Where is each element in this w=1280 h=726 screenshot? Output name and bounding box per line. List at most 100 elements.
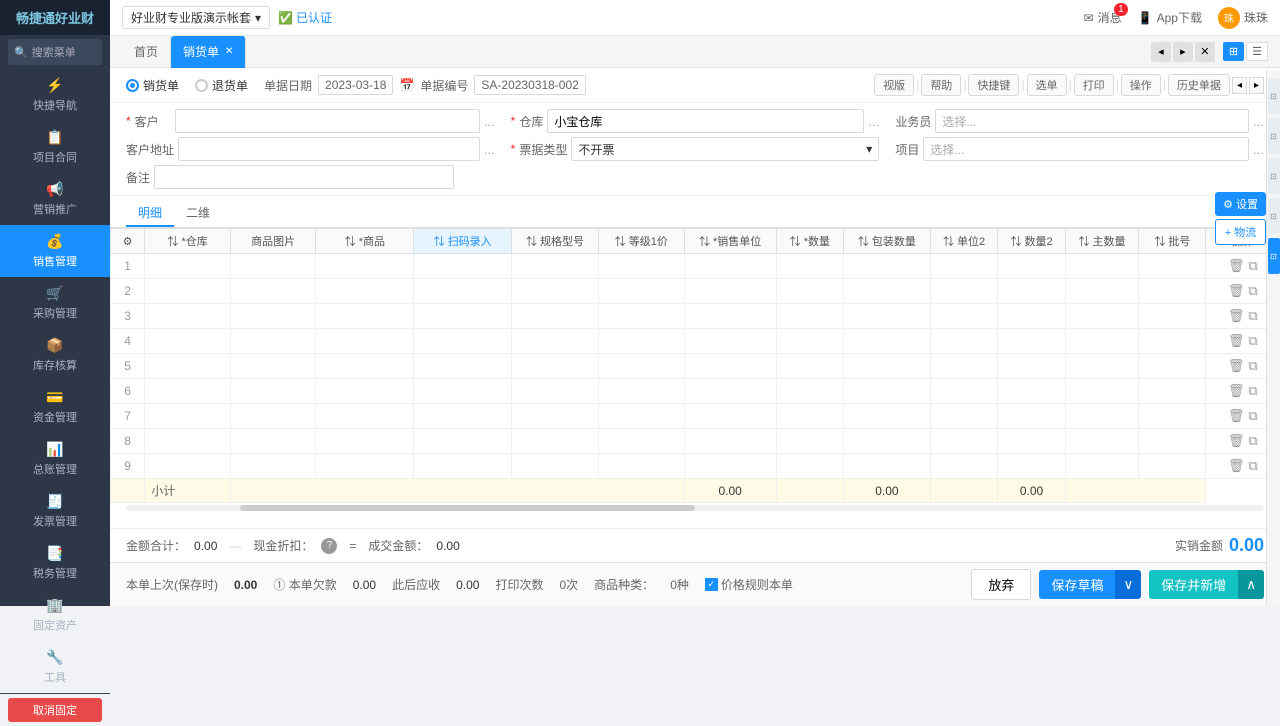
row-qty[interactable]: [776, 404, 843, 429]
row-product-img[interactable]: [230, 429, 316, 454]
col-barcode[interactable]: ⇅ 扫码录入: [414, 229, 512, 254]
row-warehouse[interactable]: [145, 354, 231, 379]
col-pkg-qty[interactable]: ⇅ 包装数量: [843, 229, 930, 254]
calendar-icon[interactable]: 📅: [399, 78, 414, 92]
row-price1[interactable]: [598, 279, 684, 304]
row-qty2[interactable]: [998, 304, 1065, 329]
row-product[interactable]: [316, 354, 414, 379]
sidebar-item-invoice[interactable]: 🧾 发票管理: [0, 485, 110, 537]
project-more-btn[interactable]: ...: [1253, 142, 1264, 157]
save-draft-arrow-button[interactable]: ∨: [1115, 570, 1141, 599]
row-qty[interactable]: [776, 429, 843, 454]
row-qty[interactable]: [776, 329, 843, 354]
right-panel-btn-2[interactable]: ⊡: [1268, 118, 1280, 154]
row-unit2[interactable]: [930, 454, 997, 479]
invoice-type-select[interactable]: 不开票 ▾: [571, 137, 879, 161]
row-batch[interactable]: [1139, 354, 1206, 379]
row-sales-unit[interactable]: [684, 354, 776, 379]
row-warehouse[interactable]: [145, 329, 231, 354]
row-batch[interactable]: [1139, 254, 1206, 279]
help-btn[interactable]: 帮助: [921, 74, 961, 96]
row-spec[interactable]: [512, 279, 599, 304]
row-product[interactable]: [316, 329, 414, 354]
row-product[interactable]: [316, 379, 414, 404]
row-unit2[interactable]: [930, 354, 997, 379]
row-pkg-qty[interactable]: [843, 279, 930, 304]
sidebar-item-purchase[interactable]: 🛒 采购管理: [0, 277, 110, 329]
row-qty2[interactable]: [998, 379, 1065, 404]
row-price1[interactable]: [598, 354, 684, 379]
row-qty[interactable]: [776, 354, 843, 379]
save-new-arrow-button[interactable]: ∧: [1238, 570, 1264, 599]
col-main-qty[interactable]: ⇅ 主数量: [1065, 229, 1138, 254]
row-product-img[interactable]: [230, 254, 316, 279]
row-qty[interactable]: [776, 379, 843, 404]
list-view-btn[interactable]: ☰: [1246, 42, 1268, 61]
row-qty2[interactable]: [998, 354, 1065, 379]
setup-btn[interactable]: ⚙ 设置: [1215, 192, 1266, 216]
row-copy-btn[interactable]: ⧉: [1246, 407, 1259, 425]
shortcut-btn[interactable]: 快捷键: [968, 74, 1019, 96]
address-input[interactable]: [178, 137, 480, 161]
row-spec[interactable]: [512, 254, 599, 279]
sidebar-item-sales[interactable]: 💰 销售管理: [0, 225, 110, 277]
row-warehouse[interactable]: [145, 454, 231, 479]
toolbar-prev-btn[interactable]: ◂: [1232, 77, 1247, 94]
row-product[interactable]: [316, 404, 414, 429]
row-warehouse[interactable]: [145, 304, 231, 329]
operate-btn[interactable]: 操作: [1121, 74, 1161, 96]
customer-input[interactable]: [175, 109, 480, 133]
row-barcode[interactable]: [414, 429, 512, 454]
print-btn[interactable]: 打印: [1074, 74, 1114, 96]
row-spec[interactable]: [512, 404, 599, 429]
sidebar-item-tools[interactable]: 🔧 工具: [0, 641, 110, 693]
row-product-img[interactable]: [230, 379, 316, 404]
row-price1[interactable]: [598, 304, 684, 329]
row-copy-btn[interactable]: ⧉: [1246, 307, 1259, 325]
row-pkg-qty[interactable]: [843, 404, 930, 429]
table-scrollbar-thumb[interactable]: [240, 505, 695, 511]
select-btn[interactable]: 选单: [1027, 74, 1067, 96]
row-main-qty[interactable]: [1065, 454, 1138, 479]
row-price1[interactable]: [598, 329, 684, 354]
logistics-btn[interactable]: + 物流: [1215, 219, 1266, 245]
row-product-img[interactable]: [230, 329, 316, 354]
row-price1[interactable]: [598, 454, 684, 479]
row-copy-btn[interactable]: ⧉: [1246, 332, 1259, 350]
view-btn[interactable]: 视版: [874, 74, 914, 96]
col-warehouse[interactable]: ⇅ *仓库: [145, 229, 231, 254]
tab-next-btn[interactable]: ▸: [1173, 42, 1193, 62]
row-sales-unit[interactable]: [684, 379, 776, 404]
row-qty2[interactable]: [998, 454, 1065, 479]
row-qty2[interactable]: [998, 254, 1065, 279]
row-unit2[interactable]: [930, 429, 997, 454]
row-product[interactable]: [316, 279, 414, 304]
row-sales-unit[interactable]: [684, 454, 776, 479]
messages-btn[interactable]: ✉ 消息 1: [1084, 9, 1122, 26]
row-spec[interactable]: [512, 379, 599, 404]
sidebar-item-project-contract[interactable]: 📋 项目合同: [0, 121, 110, 173]
row-pkg-qty[interactable]: [843, 329, 930, 354]
row-copy-btn[interactable]: ⧉: [1246, 357, 1259, 375]
toolbar-next-btn[interactable]: ▸: [1249, 77, 1264, 94]
row-product-img[interactable]: [230, 454, 316, 479]
row-qty2[interactable]: [998, 279, 1065, 304]
row-price1[interactable]: [598, 429, 684, 454]
row-barcode[interactable]: [414, 279, 512, 304]
row-unit2[interactable]: [930, 279, 997, 304]
row-product[interactable]: [316, 429, 414, 454]
col-batch[interactable]: ⇅ 批号: [1139, 229, 1206, 254]
col-qty2[interactable]: ⇅ 数量2: [998, 229, 1065, 254]
row-batch[interactable]: [1139, 304, 1206, 329]
row-product[interactable]: [316, 254, 414, 279]
row-pkg-qty[interactable]: [843, 254, 930, 279]
row-price1[interactable]: [598, 254, 684, 279]
row-warehouse[interactable]: [145, 379, 231, 404]
row-pkg-qty[interactable]: [843, 429, 930, 454]
row-delete-btn[interactable]: 🗑: [1226, 282, 1247, 300]
price-rule-checkbox[interactable]: ✓ 价格规则本单: [705, 576, 793, 593]
sidebar-item-account[interactable]: 📊 总账管理: [0, 433, 110, 485]
row-main-qty[interactable]: [1065, 429, 1138, 454]
row-barcode[interactable]: [414, 329, 512, 354]
row-spec[interactable]: [512, 429, 599, 454]
